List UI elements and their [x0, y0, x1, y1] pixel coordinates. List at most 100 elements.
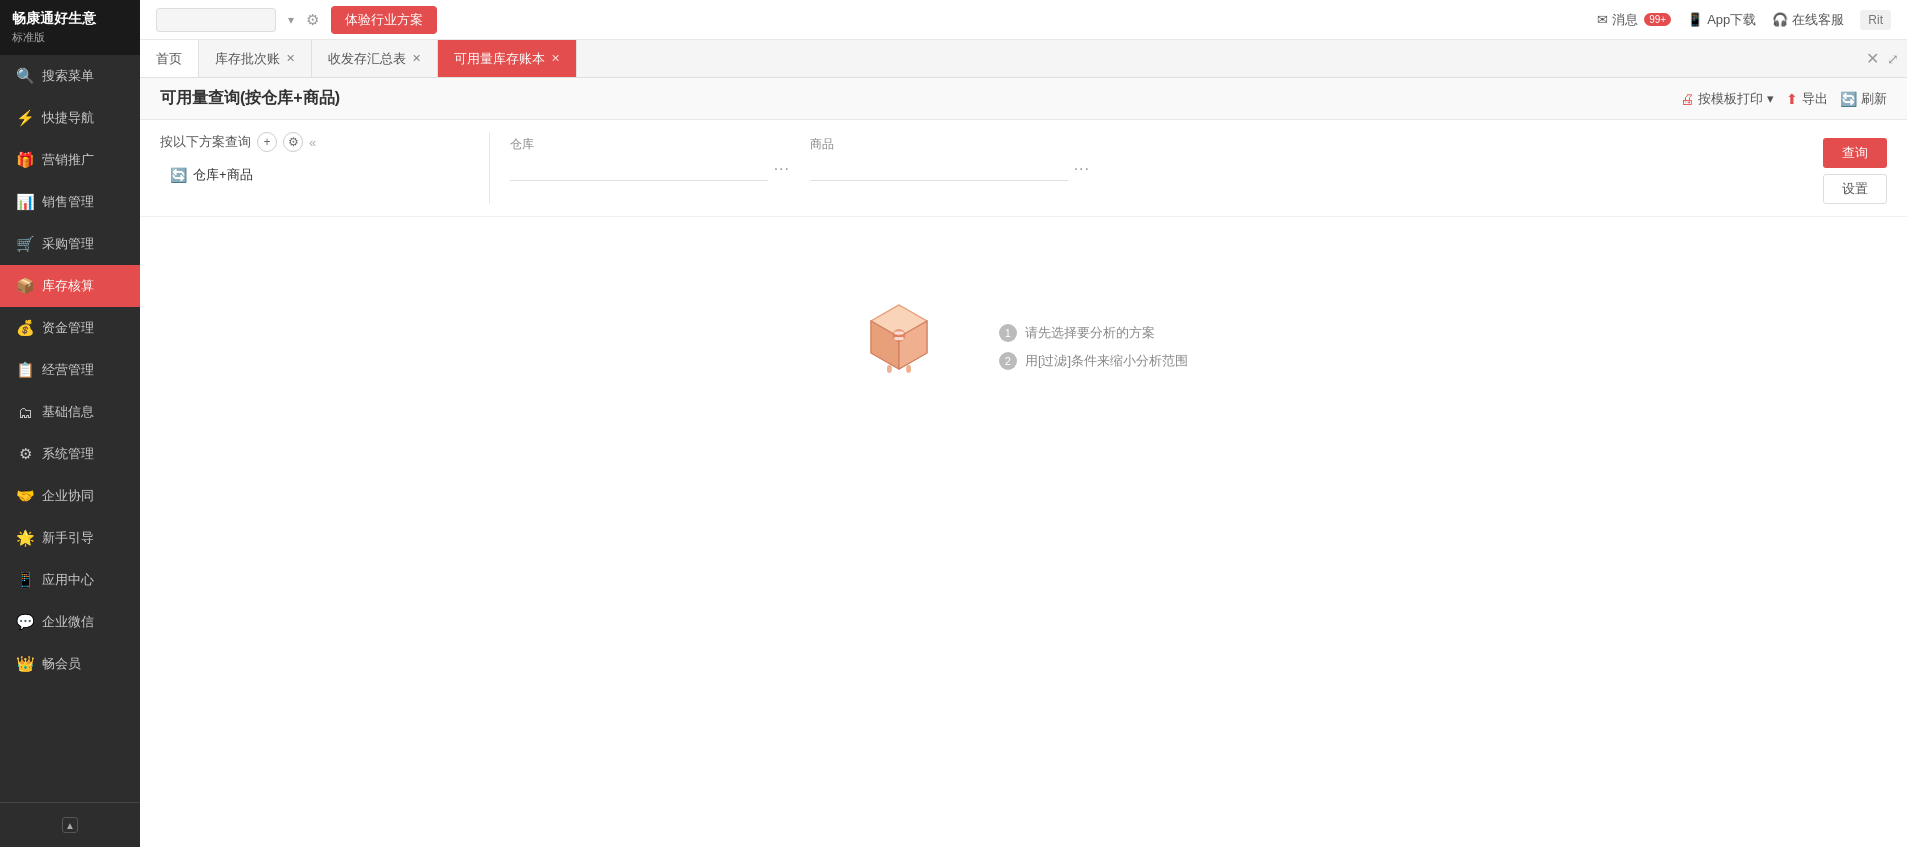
sidebar-item-guide[interactable]: 🌟 新手引导: [0, 517, 140, 559]
sidebar-item-quick-nav[interactable]: ⚡ 快捷导航: [0, 97, 140, 139]
tab-batch-account-close-icon[interactable]: ✕: [286, 52, 295, 65]
filter-add-button[interactable]: +: [257, 132, 277, 152]
tab-available-stock[interactable]: 可用量库存账本 ✕: [438, 40, 577, 77]
topbar-gear-icon[interactable]: ⚙: [306, 11, 319, 29]
user-avatar[interactable]: Rit: [1860, 10, 1891, 30]
chart-icon: 📊: [16, 193, 34, 211]
sidebar-item-label: 畅会员: [42, 655, 81, 673]
tabbar: 首页 库存批次账 ✕ 收发存汇总表 ✕ 可用量库存账本 ✕ ✕ ⤢: [140, 40, 1907, 78]
template-print-action[interactable]: 🖨 按模板打印 ▾: [1680, 90, 1774, 108]
tabbar-expand-button[interactable]: ⤢: [1887, 51, 1899, 67]
sidebar-item-purchase[interactable]: 🛒 采购管理: [0, 223, 140, 265]
empty-tips: 1 请先选择要分析的方案 2 用[过滤]条件来缩小分析范围: [999, 324, 1188, 370]
empty-illustration: [859, 297, 959, 397]
phone-icon: 📱: [16, 571, 34, 589]
sidebar-item-enterprise[interactable]: 🤝 企业协同: [0, 475, 140, 517]
tip-item-2: 2 用[过滤]条件来缩小分析范围: [999, 352, 1188, 370]
svg-rect-6: [894, 337, 904, 340]
sidebar-scroll: 🔍 搜索菜单 ⚡ 快捷导航 🎁 营销推广 📊 销售管理 🛒 采购管理 📦 库存核…: [0, 55, 140, 802]
topbar-search-input[interactable]: [156, 8, 276, 32]
warehouse-more-icon[interactable]: ···: [774, 160, 790, 178]
page-title: 可用量查询(按仓库+商品): [160, 88, 340, 109]
filter-product-label: 商品: [810, 136, 1090, 153]
sidebar-edition: 标准版: [12, 30, 128, 45]
topbar-message-item[interactable]: ✉ 消息 99+: [1597, 11, 1671, 29]
sidebar-item-label: 搜索菜单: [42, 67, 94, 85]
sidebar-item-wechat[interactable]: 💬 企业微信: [0, 601, 140, 643]
sidebar-item-label: 新手引导: [42, 529, 94, 547]
topbar-online-service-item[interactable]: 🎧 在线客服: [1772, 11, 1844, 29]
sidebar-item-member[interactable]: 👑 畅会员: [0, 643, 140, 685]
sidebar-item-finance[interactable]: 💰 资金管理: [0, 307, 140, 349]
filter-actions: 查询 设置: [1823, 136, 1887, 204]
filter-scheme-item[interactable]: 🔄 仓库+商品: [160, 160, 477, 190]
tab-batch-account[interactable]: 库存批次账 ✕: [199, 40, 312, 77]
sidebar-collapse-btn[interactable]: ▲: [62, 817, 78, 833]
filter-warehouse-input[interactable]: [510, 157, 768, 181]
tab-home[interactable]: 首页: [140, 40, 199, 77]
filter-left-header: 按以下方案查询 + ⚙ «: [160, 132, 477, 152]
sidebar-item-system[interactable]: ⚙ 系统管理: [0, 433, 140, 475]
tab-collection-summary-close-icon[interactable]: ✕: [412, 52, 421, 65]
refresh-label: 刷新: [1861, 90, 1887, 108]
cart-icon: 🛒: [16, 235, 34, 253]
sidebar-item-inventory[interactable]: 📦 库存核算: [0, 265, 140, 307]
money-icon: 💰: [16, 319, 34, 337]
filter-product-input[interactable]: [810, 157, 1068, 181]
sidebar-item-label: 快捷导航: [42, 109, 94, 127]
tip-num-1: 1: [999, 324, 1017, 342]
clipboard-icon: 📋: [16, 361, 34, 379]
crown-icon: 👑: [16, 655, 34, 673]
settings-button[interactable]: 设置: [1823, 174, 1887, 204]
sidebar-item-marketing[interactable]: 🎁 营销推广: [0, 139, 140, 181]
empty-state-inner: 1 请先选择要分析的方案 2 用[过滤]条件来缩小分析范围: [859, 297, 1188, 397]
user-name: Rit: [1868, 13, 1883, 27]
print-icon: 🖨: [1680, 91, 1694, 107]
handshake-icon: 🤝: [16, 487, 34, 505]
tab-batch-account-label: 库存批次账: [215, 50, 280, 68]
topbar-right: ✉ 消息 99+ 📱 App下载 🎧 在线客服 Rit: [1597, 10, 1891, 30]
tab-available-stock-close-icon[interactable]: ✕: [551, 52, 560, 65]
topbar: ▾ ⚙ 体验行业方案 ✉ 消息 99+ 📱 App下载 🎧 在线客服 Rit: [140, 0, 1907, 40]
sidebar-item-label: 企业协同: [42, 487, 94, 505]
tabbar-right: ✕ ⤢: [1866, 49, 1907, 68]
query-button[interactable]: 查询: [1823, 138, 1887, 168]
filter-collapse-icon[interactable]: «: [309, 135, 316, 150]
industry-solution-button[interactable]: 体验行业方案: [331, 6, 437, 34]
app-download-icon: 📱: [1687, 12, 1703, 27]
tab-collection-summary[interactable]: 收发存汇总表 ✕: [312, 40, 438, 77]
sidebar-bottom: ▲: [0, 802, 140, 847]
sidebar-item-operation[interactable]: 📋 经营管理: [0, 349, 140, 391]
filter-left: 按以下方案查询 + ⚙ « 🔄 仓库+商品: [160, 132, 490, 204]
tab-home-label: 首页: [156, 50, 182, 68]
filter-warehouse-label: 仓库: [510, 136, 790, 153]
product-more-icon[interactable]: ···: [1074, 160, 1090, 178]
refresh-icon: 🔄: [1840, 91, 1857, 107]
filter-right: 仓库 ··· 商品 ··· 查询 设置: [490, 132, 1887, 204]
sidebar-item-appstore[interactable]: 📱 应用中心: [0, 559, 140, 601]
tabbar-close-button[interactable]: ✕: [1866, 49, 1879, 68]
print-dropdown-icon[interactable]: ▾: [1767, 91, 1774, 106]
sidebar-item-search[interactable]: 🔍 搜索菜单: [0, 55, 140, 97]
sidebar-item-label: 系统管理: [42, 445, 94, 463]
export-action[interactable]: ⬆ 导出: [1786, 90, 1828, 108]
sidebar-item-sales[interactable]: 📊 销售管理: [0, 181, 140, 223]
topbar-dropdown-icon[interactable]: ▾: [288, 13, 294, 27]
box-icon: 📦: [16, 277, 34, 295]
tip-text-1: 请先选择要分析的方案: [1025, 324, 1155, 342]
filter-settings-button[interactable]: ⚙: [283, 132, 303, 152]
chat-icon: 💬: [16, 613, 34, 631]
svg-rect-8: [906, 365, 911, 373]
refresh-action[interactable]: 🔄 刷新: [1840, 90, 1887, 108]
tip-text-2: 用[过滤]条件来缩小分析范围: [1025, 352, 1188, 370]
message-badge: 99+: [1644, 13, 1671, 26]
topbar-app-download-item[interactable]: 📱 App下载: [1687, 11, 1756, 29]
filter-warehouse-field: 仓库 ···: [510, 136, 790, 181]
sidebar-header: 畅康通好生意 标准版: [0, 0, 140, 55]
filter-section: 按以下方案查询 + ⚙ « 🔄 仓库+商品 仓库 ···: [140, 120, 1907, 217]
sidebar-item-basic[interactable]: 🗂 基础信息: [0, 391, 140, 433]
cube-svg: [859, 297, 939, 377]
message-icon: ✉: [1597, 12, 1608, 27]
svg-rect-5: [894, 331, 904, 334]
tip-item-1: 1 请先选择要分析的方案: [999, 324, 1188, 342]
